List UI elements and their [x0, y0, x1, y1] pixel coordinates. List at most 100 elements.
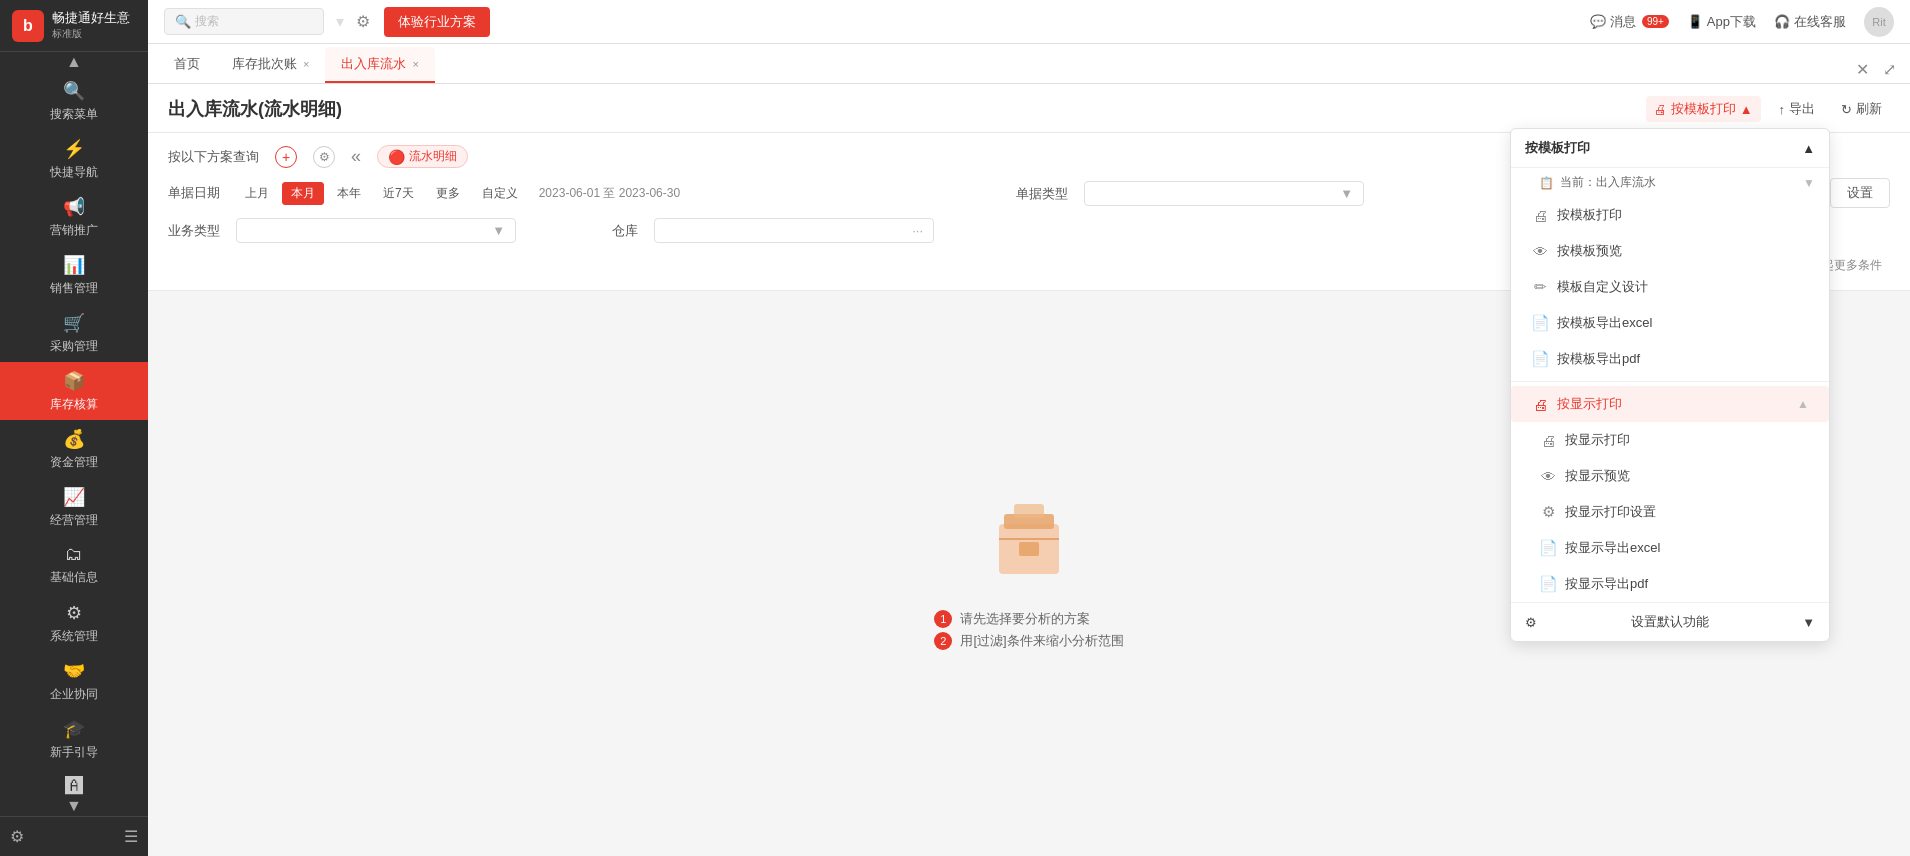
basic-icon: 🗂	[65, 544, 83, 565]
sidebar-item-shortcut[interactable]: ⚡ 快捷导航	[0, 130, 148, 188]
app-logo: b 畅捷通好生意 标准版	[0, 0, 148, 52]
system-icon: ⚙	[66, 602, 82, 624]
edit-icon: ✏	[1531, 278, 1549, 296]
chevron-up-icon: ▲	[1740, 102, 1753, 117]
sidebar-scroll-down[interactable]: ▼	[0, 796, 148, 816]
dropdown-sub-display-preview[interactable]: 👁 按显示预览	[1511, 458, 1829, 494]
dropdown-item-template-pdf[interactable]: 📄 按模板导出pdf	[1511, 341, 1829, 377]
window-maximize-icon[interactable]: ⤢	[1879, 56, 1900, 83]
tab-flow[interactable]: 出入库流水 ×	[325, 47, 434, 83]
empty-step-1: 1 请先选择要分析的方案	[934, 610, 1123, 628]
sidebar-item-basic[interactable]: 🗂 基础信息	[0, 536, 148, 594]
sidebar-item-label: 资金管理	[50, 454, 98, 471]
biz-type-expand-icon: ▼	[492, 223, 505, 238]
tab-flow-label: 出入库流水	[341, 55, 406, 73]
trial-button[interactable]: 体验行业方案	[384, 7, 490, 37]
sidebar-item-guide[interactable]: 🎓 新手引导	[0, 710, 148, 768]
customer-service-label: 在线客服	[1794, 13, 1846, 31]
dropdown-item-label: 按模板导出pdf	[1557, 350, 1640, 368]
window-close-icon[interactable]: ✕	[1852, 56, 1873, 83]
dropdown-item-label: 按模板预览	[1557, 242, 1622, 260]
pdf-icon: 📄	[1531, 350, 1549, 368]
tab-flow-close-icon[interactable]: ×	[412, 58, 418, 70]
menu-toggle-icon[interactable]: ☰	[124, 827, 138, 846]
step-1-label: 请先选择要分析的方案	[960, 610, 1090, 628]
topbar-search[interactable]: 🔍 搜索	[164, 8, 324, 35]
svg-rect-2	[1014, 504, 1044, 518]
dropdown-collapse-icon[interactable]: ▲	[1802, 141, 1815, 156]
page-title: 出入库流水(流水明细)	[168, 97, 342, 131]
set-button[interactable]: 设置	[1830, 178, 1890, 208]
sidebar-item-search[interactable]: 🔍 搜索菜单	[0, 72, 148, 130]
sidebar-item-operations[interactable]: 📈 经营管理	[0, 478, 148, 536]
dropdown-sub-label: 按显示打印设置	[1565, 503, 1656, 521]
sidebar-item-sales[interactable]: 📊 销售管理	[0, 246, 148, 304]
dropdown-item-template-custom[interactable]: ✏ 模板自定义设计	[1511, 269, 1829, 305]
refresh-button[interactable]: ↻ 刷新	[1833, 96, 1890, 122]
doc-type-select[interactable]: ▼	[1084, 181, 1364, 206]
customer-service-button[interactable]: 🎧 在线客服	[1774, 13, 1846, 31]
operations-icon: 📈	[63, 486, 85, 508]
sidebar-item-cooperation[interactable]: 🤝 企业协同	[0, 652, 148, 710]
export-icon: ↑	[1779, 102, 1786, 117]
filter-collapse-button[interactable]: «	[351, 146, 361, 167]
print-icon: 🖨	[1654, 102, 1667, 117]
dropdown-footer-settings[interactable]: ⚙ 设置默认功能 ▼	[1511, 602, 1829, 641]
export-label: 导出	[1789, 100, 1815, 118]
dropdown-footer-label: 设置默认功能	[1631, 613, 1709, 631]
sidebar-item-finance[interactable]: 💰 资金管理	[0, 420, 148, 478]
user-avatar[interactable]: Rit	[1864, 7, 1894, 37]
tab-batch-close-icon[interactable]: ×	[303, 58, 309, 70]
dropdown-sub-display-pdf[interactable]: 📄 按显示导出pdf	[1511, 566, 1829, 602]
dropdown-sub-label: 按显示导出pdf	[1565, 575, 1648, 593]
biz-type-select[interactable]: ▼	[236, 218, 516, 243]
dropdown-section-display[interactable]: 🖨 按显示打印 ▲	[1511, 386, 1829, 422]
sidebar-item-marketing[interactable]: 📢 营销推广	[0, 188, 148, 246]
display-settings-icon: ⚙	[1539, 503, 1557, 521]
message-button[interactable]: 💬 消息 99+	[1590, 13, 1669, 31]
sidebar-scroll-up[interactable]: ▲	[0, 52, 148, 72]
dropdown-item-template-print[interactable]: 🖨 按模板打印	[1511, 197, 1829, 233]
dropdown-sub-display-print[interactable]: 🖨 按显示打印	[1511, 422, 1829, 458]
topbar-gear-icon[interactable]: ⚙	[356, 12, 370, 31]
sidebar-item-label: 销售管理	[50, 280, 98, 297]
dropdown-sub-label: 按显示打印	[1565, 431, 1630, 449]
expand-icon[interactable]: ▼	[1803, 176, 1815, 190]
dropdown-item-template-excel[interactable]: 📄 按模板导出excel	[1511, 305, 1829, 341]
date-preset-last-7-days[interactable]: 近7天	[374, 182, 423, 205]
filter-add-button[interactable]: +	[275, 146, 297, 168]
sidebar-item-inventory[interactable]: 📦 库存核算	[0, 362, 148, 420]
date-preset-more[interactable]: 更多	[427, 182, 469, 205]
sidebar-item-system[interactable]: ⚙ 系统管理	[0, 594, 148, 652]
message-badge: 99+	[1642, 15, 1669, 28]
date-preset-last-month[interactable]: 上月	[236, 182, 278, 205]
print-template-button[interactable]: 🖨 按模板打印 ▲	[1646, 96, 1761, 122]
tab-home[interactable]: 首页	[158, 47, 216, 83]
display-excel-icon: 📄	[1539, 539, 1557, 557]
date-preset-custom[interactable]: 自定义	[473, 182, 527, 205]
app-download-button[interactable]: 📱 App下载	[1687, 13, 1756, 31]
warehouse-select[interactable]: ···	[654, 218, 934, 243]
date-preset-this-month[interactable]: 本月	[282, 182, 324, 205]
filter-chip-flow[interactable]: 🔴 流水明细	[377, 145, 468, 168]
tabbar-right: ✕ ⤢	[1852, 56, 1900, 83]
dropdown-divider	[1511, 381, 1829, 382]
settings-icon[interactable]: ⚙	[10, 827, 24, 846]
dropdown-sub-display-settings[interactable]: ⚙ 按显示打印设置	[1511, 494, 1829, 530]
filter-config-button[interactable]: ⚙	[313, 146, 335, 168]
sidebar-item-purchase[interactable]: 🛒 采购管理	[0, 304, 148, 362]
sidebar-item-appstore[interactable]: 🅰 应用中心	[0, 768, 148, 796]
export-button[interactable]: ↑ 导出	[1771, 96, 1824, 122]
dropdown-item-label: 按模板打印	[1557, 206, 1622, 224]
date-preset-this-year[interactable]: 本年	[328, 182, 370, 205]
content-area: 出入库流水(流水明细) 🖨 按模板打印 ▲ ↑ 导出 ↻ 刷新	[148, 84, 1910, 856]
step-2-label: 用[过滤]条件来缩小分析范围	[960, 632, 1123, 650]
dropdown-sub-display-excel[interactable]: 📄 按显示导出excel	[1511, 530, 1829, 566]
tab-batch-account[interactable]: 库存批次账 ×	[216, 47, 325, 83]
main-area: 🔍 搜索 ▾ ⚙ 体验行业方案 💬 消息 99+ 📱 App下载 🎧 在线客服 …	[148, 0, 1910, 856]
topbar-divider: ▾	[336, 12, 344, 31]
guide-icon: 🎓	[63, 718, 85, 740]
dropdown-sub-label: 按显示预览	[1565, 467, 1630, 485]
dropdown-item-template-preview[interactable]: 👁 按模板预览	[1511, 233, 1829, 269]
tabbar: 首页 库存批次账 × 出入库流水 × ✕ ⤢	[148, 44, 1910, 84]
